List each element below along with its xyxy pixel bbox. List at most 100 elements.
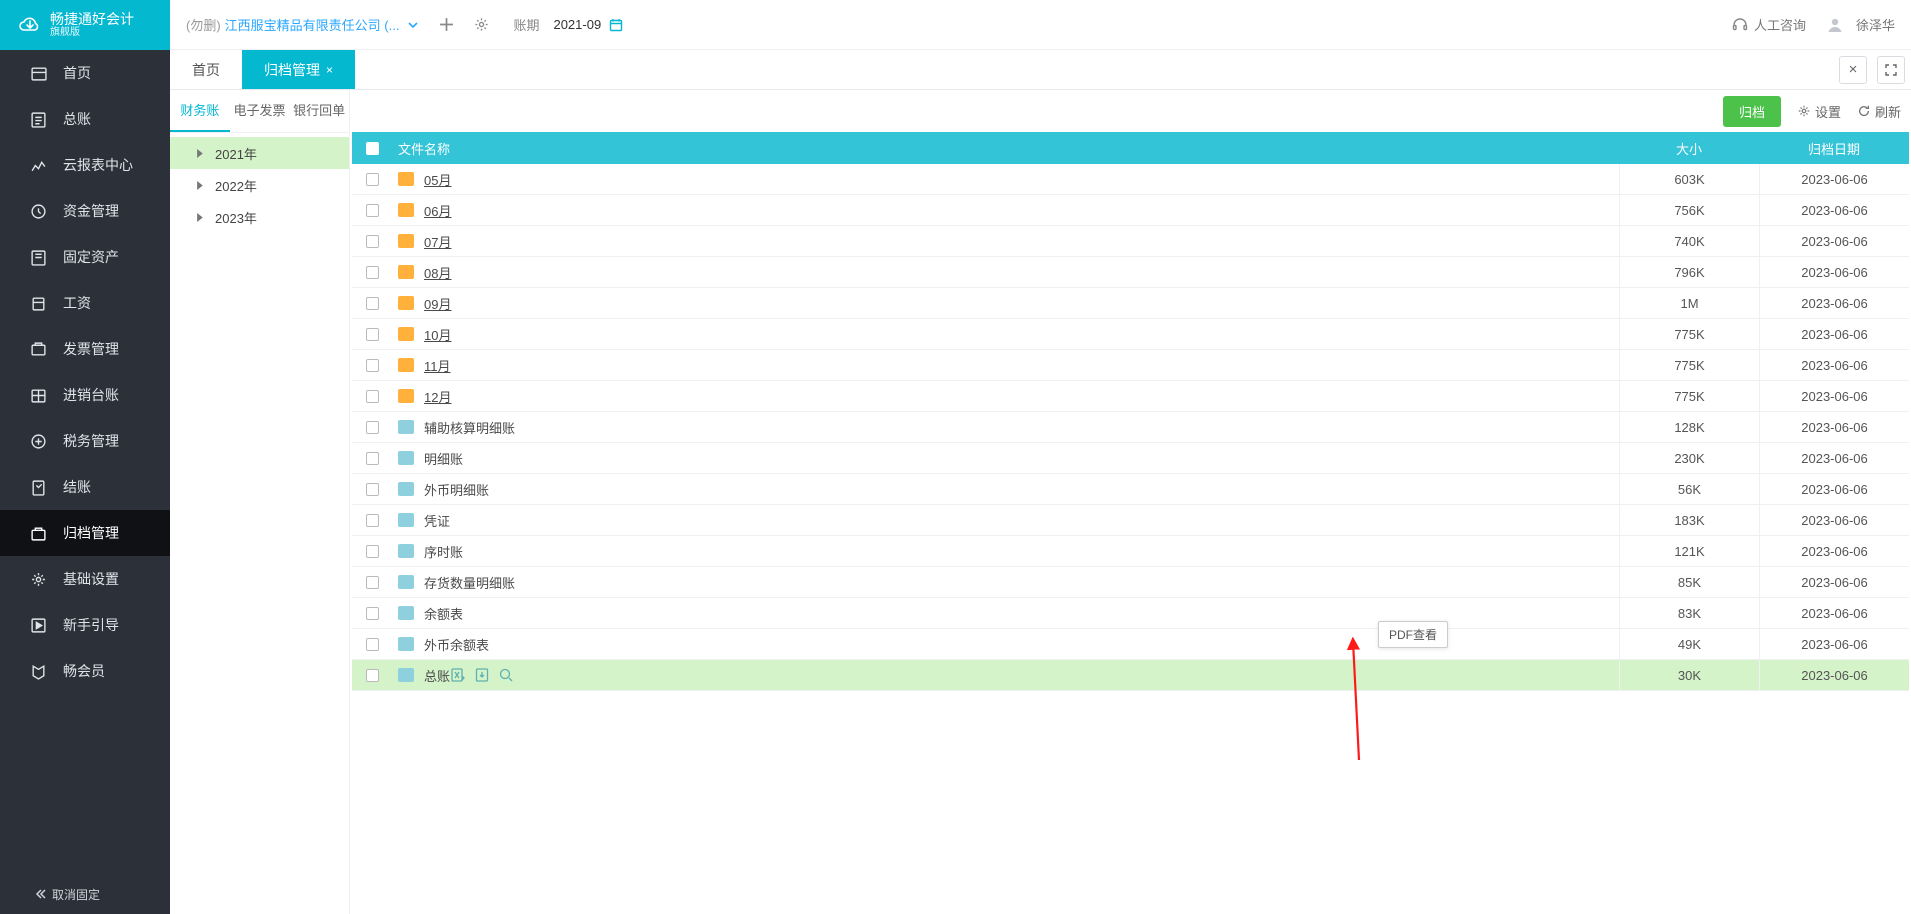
file-name[interactable]: 07月: [424, 232, 451, 251]
support-button[interactable]: 人工咨询: [1732, 15, 1806, 34]
file-date: 2023-06-06: [1759, 195, 1909, 225]
table-row: 11月775K2023-06-06: [352, 350, 1909, 381]
close-icon[interactable]: ×: [326, 63, 333, 77]
settings-link[interactable]: 设置: [1797, 102, 1841, 121]
row-checkbox[interactable]: [366, 204, 379, 217]
subtab-0[interactable]: 财务账: [170, 90, 230, 132]
sidebar-item-label: 进销台账: [63, 385, 119, 405]
pdf-view-icon[interactable]: [498, 667, 514, 683]
caret-right-icon: [196, 149, 205, 158]
sidebar-item-12[interactable]: 新手引导: [0, 602, 170, 648]
file-name[interactable]: 08月: [424, 263, 451, 282]
table-row: 存货数量明细账85K2023-06-06: [352, 567, 1909, 598]
tab-archive[interactable]: 归档管理 ×: [242, 50, 355, 89]
folder-icon: [398, 327, 414, 341]
sidebar-item-6[interactable]: 发票管理: [0, 326, 170, 372]
sidebar-item-3[interactable]: 资金管理: [0, 188, 170, 234]
file-name[interactable]: 06月: [424, 201, 451, 220]
sidebar-item-5[interactable]: 工资: [0, 280, 170, 326]
file-name: 总账: [424, 666, 450, 685]
unpin-button[interactable]: 取消固定: [0, 874, 170, 914]
period-value: 2021-09: [553, 17, 601, 32]
file-size: 183K: [1619, 505, 1759, 535]
file-size: 49K: [1619, 629, 1759, 659]
chevron-left-icon: [34, 888, 46, 900]
close-tabs-button[interactable]: ×: [1839, 56, 1867, 84]
archive-button[interactable]: 归档: [1723, 96, 1781, 127]
settings-button[interactable]: [474, 17, 489, 32]
folder-icon: [398, 451, 414, 465]
select-all[interactable]: [366, 142, 379, 155]
sidebar-item-1[interactable]: 总账: [0, 96, 170, 142]
folder-icon: [398, 544, 414, 558]
row-checkbox[interactable]: [366, 359, 379, 372]
row-checkbox[interactable]: [366, 173, 379, 186]
nav-icon: [30, 525, 47, 542]
sidebar-item-2[interactable]: 云报表中心: [0, 142, 170, 188]
download-pdf-icon[interactable]: [474, 667, 490, 683]
nav-icon: [30, 203, 47, 220]
sidebar-item-4[interactable]: 固定资产: [0, 234, 170, 280]
tab-home[interactable]: 首页: [170, 50, 242, 89]
file-name: 序时账: [424, 542, 463, 561]
row-checkbox[interactable]: [366, 266, 379, 279]
download-excel-icon[interactable]: [450, 667, 466, 683]
row-checkbox[interactable]: [366, 669, 379, 682]
row-checkbox[interactable]: [366, 328, 379, 341]
fullscreen-button[interactable]: [1877, 56, 1905, 84]
sidebar-item-9[interactable]: 结账: [0, 464, 170, 510]
sidebar-item-label: 归档管理: [63, 523, 119, 543]
gear-icon: [1797, 104, 1811, 118]
subtab-1[interactable]: 电子发票: [230, 90, 290, 132]
row-checkbox[interactable]: [366, 638, 379, 651]
col-date: 归档日期: [1759, 139, 1909, 158]
gear-icon: [474, 17, 489, 32]
file-date: 2023-06-06: [1759, 598, 1909, 628]
file-size: 1M: [1619, 288, 1759, 318]
table-row: 12月775K2023-06-06: [352, 381, 1909, 412]
file-size: 85K: [1619, 567, 1759, 597]
sidebar-item-13[interactable]: 畅会员: [0, 648, 170, 694]
file-name[interactable]: 10月: [424, 325, 451, 344]
table-row: 05月603K2023-06-06: [352, 164, 1909, 195]
subtab-2[interactable]: 银行回单: [289, 90, 349, 132]
tab-home-label: 首页: [192, 60, 220, 80]
sidebar-item-10[interactable]: 归档管理: [0, 510, 170, 556]
refresh-link[interactable]: 刷新: [1857, 102, 1901, 121]
row-checkbox[interactable]: [366, 297, 379, 310]
nav-icon: [30, 111, 47, 128]
row-checkbox[interactable]: [366, 421, 379, 434]
company-selector[interactable]: (勿删) 江西服宝精品有限责任公司 (...: [186, 15, 419, 34]
sidebar-item-7[interactable]: 进销台账: [0, 372, 170, 418]
row-checkbox[interactable]: [366, 576, 379, 589]
table-row: 序时账121K2023-06-06: [352, 536, 1909, 567]
file-name[interactable]: 11月: [424, 356, 451, 375]
add-button[interactable]: [439, 17, 454, 32]
period-picker[interactable]: 2021-09: [553, 17, 623, 32]
row-checkbox[interactable]: [366, 390, 379, 403]
nav-icon: [30, 433, 47, 450]
row-checkbox[interactable]: [366, 452, 379, 465]
user-menu[interactable]: 徐泽华: [1826, 15, 1895, 34]
row-checkbox[interactable]: [366, 545, 379, 558]
page-tabs: 首页 归档管理 × ×: [170, 50, 1911, 90]
row-checkbox[interactable]: [366, 483, 379, 496]
folder-icon: [398, 265, 414, 279]
year-2021年[interactable]: 2021年: [170, 137, 349, 169]
row-checkbox[interactable]: [366, 607, 379, 620]
row-checkbox[interactable]: [366, 514, 379, 527]
nav-icon: [30, 387, 47, 404]
folder-icon: [398, 637, 414, 651]
company-name: 江西服宝精品有限责任公司 (...: [225, 15, 400, 34]
sidebar-item-11[interactable]: 基础设置: [0, 556, 170, 602]
file-name[interactable]: 09月: [424, 294, 451, 313]
year-2022年[interactable]: 2022年: [170, 169, 349, 201]
sidebar-item-0[interactable]: 首页: [0, 50, 170, 96]
file-name[interactable]: 12月: [424, 387, 451, 406]
toolbar: 归档 设置 刷新: [352, 90, 1909, 132]
col-name: 文件名称: [392, 139, 1619, 158]
year-2023年[interactable]: 2023年: [170, 201, 349, 233]
sidebar-item-8[interactable]: 税务管理: [0, 418, 170, 464]
row-checkbox[interactable]: [366, 235, 379, 248]
file-name[interactable]: 05月: [424, 170, 451, 189]
